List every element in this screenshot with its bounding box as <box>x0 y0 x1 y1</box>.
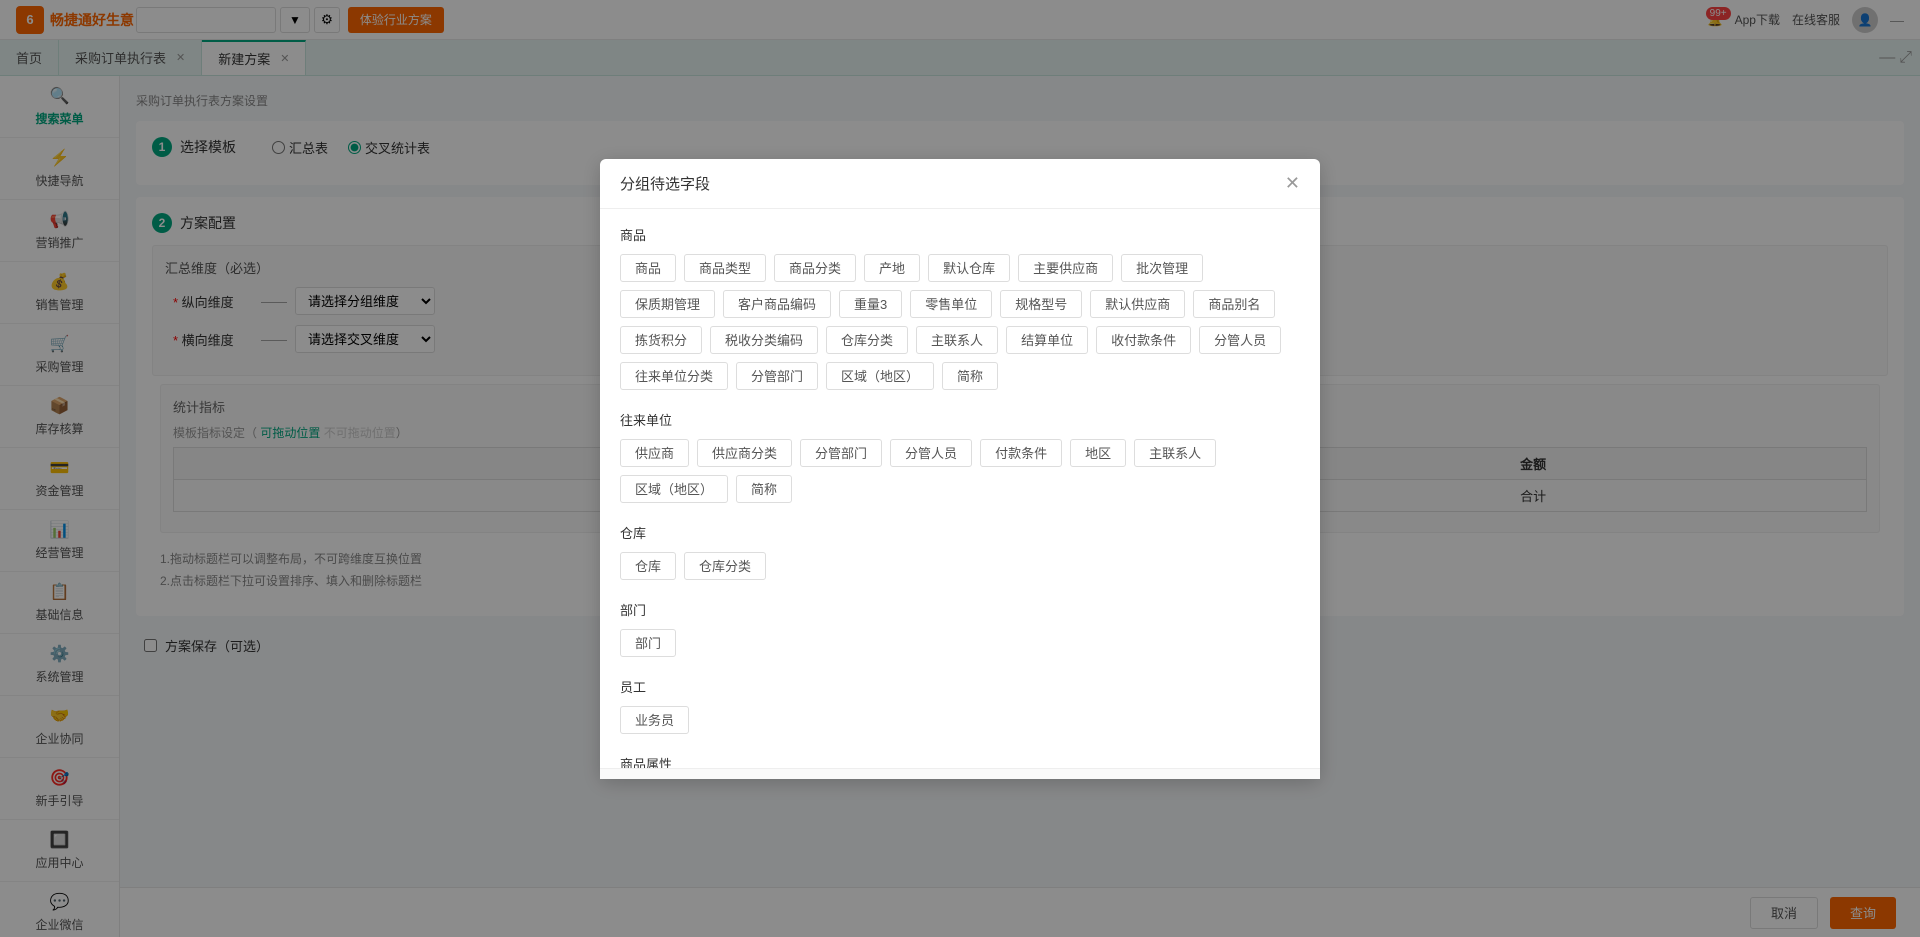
field-chip-goods-4[interactable]: 默认仓库 <box>928 254 1010 282</box>
modal-body: 商品商品商品类型商品分类产地默认仓库主要供应商批次管理保质期管理客户商品编码重量… <box>600 209 1320 768</box>
field-chip-goods-20[interactable]: 分管人员 <box>1199 326 1281 354</box>
field-chip-goods-14[interactable]: 拣货积分 <box>620 326 702 354</box>
modal-footer-scroll[interactable] <box>600 768 1320 779</box>
field-chip-warehouse-0[interactable]: 仓库 <box>620 552 676 580</box>
field-chip-partner-2[interactable]: 分管部门 <box>800 439 882 467</box>
field-chip-partner-1[interactable]: 供应商分类 <box>697 439 792 467</box>
field-chip-partner-0[interactable]: 供应商 <box>620 439 689 467</box>
field-section-department: 部门部门 <box>620 600 1300 657</box>
field-chip-warehouse-1[interactable]: 仓库分类 <box>684 552 766 580</box>
field-chip-goods-15[interactable]: 税收分类编码 <box>710 326 818 354</box>
field-chip-goods-18[interactable]: 结算单位 <box>1006 326 1088 354</box>
field-chips-department: 部门 <box>620 629 1300 657</box>
field-chip-employee-0[interactable]: 业务员 <box>620 706 689 734</box>
modal-header: 分组待选字段 ✕ <box>600 159 1320 209</box>
field-chip-goods-17[interactable]: 主联系人 <box>916 326 998 354</box>
field-chip-goods-11[interactable]: 规格型号 <box>1000 290 1082 318</box>
modal-title: 分组待选字段 <box>620 173 710 194</box>
field-chips-partner: 供应商供应商分类分管部门分管人员付款条件地区主联系人区域（地区） 简称 <box>620 439 1300 503</box>
field-section-partner: 往来单位供应商供应商分类分管部门分管人员付款条件地区主联系人区域（地区） 简称 <box>620 410 1300 503</box>
field-section-title-goods: 商品 <box>620 225 1300 244</box>
field-chips-warehouse: 仓库仓库分类 <box>620 552 1300 580</box>
field-chip-partner-7[interactable]: 区域（地区） <box>620 475 728 503</box>
field-section-goods: 商品商品商品类型商品分类产地默认仓库主要供应商批次管理保质期管理客户商品编码重量… <box>620 225 1300 390</box>
field-chips-goods: 商品商品类型商品分类产地默认仓库主要供应商批次管理保质期管理客户商品编码重量3 零… <box>620 254 1300 390</box>
field-section-title-partner: 往来单位 <box>620 410 1300 429</box>
field-chip-partner-3[interactable]: 分管人员 <box>890 439 972 467</box>
field-section-title-employee: 员工 <box>620 677 1300 696</box>
field-chip-goods-7[interactable]: 保质期管理 <box>620 290 715 318</box>
field-chip-goods-2[interactable]: 商品分类 <box>774 254 856 282</box>
field-chip-partner-5[interactable]: 地区 <box>1070 439 1126 467</box>
field-chip-partner-6[interactable]: 主联系人 <box>1134 439 1216 467</box>
field-chip-goods-0[interactable]: 商品 <box>620 254 676 282</box>
field-chip-goods-24[interactable]: 简称 <box>942 362 998 390</box>
field-section-goods_attr: 商品属性属性颜色多规格尺码鞋码1 <box>620 754 1300 768</box>
field-section-employee: 员工业务员 <box>620 677 1300 734</box>
field-chip-goods-21[interactable]: 往来单位分类 <box>620 362 728 390</box>
field-chip-goods-5[interactable]: 主要供应商 <box>1018 254 1113 282</box>
field-chip-goods-6[interactable]: 批次管理 <box>1121 254 1203 282</box>
field-chip-goods-16[interactable]: 仓库分类 <box>826 326 908 354</box>
modal: 分组待选字段 ✕ 商品商品商品类型商品分类产地默认仓库主要供应商批次管理保质期管… <box>600 159 1320 779</box>
modal-close-icon[interactable]: ✕ <box>1285 174 1300 192</box>
field-chip-partner-4[interactable]: 付款条件 <box>980 439 1062 467</box>
field-chip-goods-22[interactable]: 分管部门 <box>736 362 818 390</box>
field-section-warehouse: 仓库仓库仓库分类 <box>620 523 1300 580</box>
field-chip-goods-12[interactable]: 默认供应商 <box>1090 290 1185 318</box>
field-chip-goods-1[interactable]: 商品类型 <box>684 254 766 282</box>
field-section-title-goods_attr: 商品属性 <box>620 754 1300 768</box>
field-chip-goods-9[interactable]: 重量3 <box>839 290 902 318</box>
field-chip-goods-19[interactable]: 收付款条件 <box>1096 326 1191 354</box>
field-chip-goods-3[interactable]: 产地 <box>864 254 920 282</box>
field-chip-goods-13[interactable]: 商品别名 <box>1193 290 1275 318</box>
field-chip-goods-8[interactable]: 客户商品编码 <box>723 290 831 318</box>
field-chip-department-0[interactable]: 部门 <box>620 629 676 657</box>
field-chips-employee: 业务员 <box>620 706 1300 734</box>
modal-overlay: 分组待选字段 ✕ 商品商品商品类型商品分类产地默认仓库主要供应商批次管理保质期管… <box>0 0 1920 937</box>
field-section-title-warehouse: 仓库 <box>620 523 1300 542</box>
field-chip-partner-8[interactable]: 简称 <box>736 475 792 503</box>
field-chip-goods-10[interactable]: 零售单位 <box>910 290 992 318</box>
field-section-title-department: 部门 <box>620 600 1300 619</box>
field-chip-goods-23[interactable]: 区域（地区） <box>826 362 934 390</box>
